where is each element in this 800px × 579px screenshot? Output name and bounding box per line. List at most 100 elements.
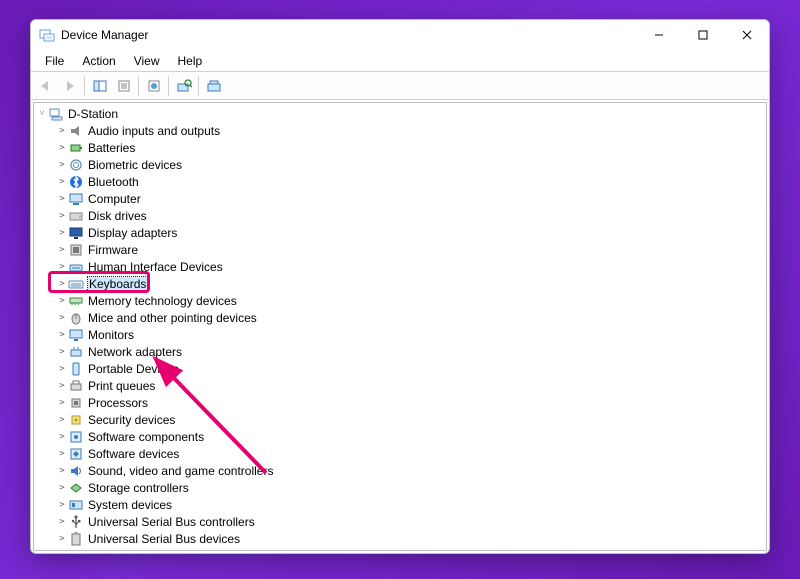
- tree-item-firmware[interactable]: > Firmware: [34, 241, 766, 258]
- expand-chevron-icon[interactable]: >: [56, 466, 68, 476]
- battery-icon: [68, 140, 84, 156]
- tree-item-universal-serial-bus-controllers[interactable]: > Universal Serial Bus controllers: [34, 513, 766, 530]
- tree-item-label: Firmware: [88, 243, 138, 257]
- tree-item-security-devices[interactable]: > Security devices: [34, 411, 766, 428]
- tree-item-computer[interactable]: >Computer: [34, 190, 766, 207]
- usbdev-icon: [68, 531, 84, 547]
- pc-root-icon: [48, 106, 64, 122]
- tree-item-memory-technology-devices[interactable]: > Memory technology devices: [34, 292, 766, 309]
- minimize-button[interactable]: [637, 20, 681, 50]
- toolbar-forward-button[interactable]: [58, 75, 81, 97]
- expand-chevron-icon[interactable]: >: [56, 330, 68, 340]
- menu-action[interactable]: Action: [73, 52, 124, 70]
- network-icon: [68, 344, 84, 360]
- tree-item-label: Security devices: [88, 413, 175, 427]
- menu-help[interactable]: Help: [169, 52, 212, 70]
- expand-chevron-icon[interactable]: >: [56, 211, 68, 221]
- expand-chevron-icon[interactable]: >: [56, 415, 68, 425]
- app-icon: [39, 27, 55, 43]
- tree-item-display-adapters[interactable]: >Display adapters: [34, 224, 766, 241]
- tree-item-label: Memory technology devices: [88, 294, 237, 308]
- disk-icon: [68, 208, 84, 224]
- toolbar-show-hide-button[interactable]: [88, 75, 111, 97]
- tree-item-sound-video-and-game-controllers[interactable]: >Sound, video and game controllers: [34, 462, 766, 479]
- device-tree[interactable]: ˅D-Station>Audio inputs and outputs>Batt…: [34, 103, 766, 550]
- expand-chevron-icon[interactable]: ˅: [36, 108, 48, 119]
- maximize-button[interactable]: [681, 20, 725, 50]
- tree-item-root[interactable]: ˅ D-Station: [34, 105, 766, 122]
- device-tree-pane: ˅D-Station>Audio inputs and outputs>Batt…: [33, 102, 767, 551]
- tree-item-human-interface-devices[interactable]: > Human Interface Devices: [34, 258, 766, 275]
- expand-chevron-icon[interactable]: >: [56, 449, 68, 459]
- tree-item-label: Audio inputs and outputs: [88, 124, 220, 138]
- toolbar-scan-button[interactable]: [172, 75, 195, 97]
- menubar: File Action View Help: [31, 50, 769, 72]
- tree-item-batteries[interactable]: > Batteries: [34, 139, 766, 156]
- tree-item-label: Human Interface Devices: [88, 260, 223, 274]
- expand-chevron-icon[interactable]: >: [56, 313, 68, 323]
- mouse-icon: [68, 310, 84, 326]
- expand-chevron-icon[interactable]: >: [56, 483, 68, 493]
- expand-chevron-icon[interactable]: >: [56, 296, 68, 306]
- tree-item-label: D-Station: [68, 107, 118, 121]
- tree-item-processors[interactable]: >Processors: [34, 394, 766, 411]
- expand-chevron-icon[interactable]: >: [56, 194, 68, 204]
- tree-item-label: Print queues: [88, 379, 155, 393]
- menu-file[interactable]: File: [36, 52, 73, 70]
- tree-item-audio-inputs-and-outputs[interactable]: > Audio inputs and outputs: [34, 122, 766, 139]
- expand-chevron-icon[interactable]: >: [56, 364, 68, 374]
- expand-chevron-icon[interactable]: >: [56, 398, 68, 408]
- tree-item-keyboards[interactable]: >Keyboards: [34, 275, 766, 292]
- expand-chevron-icon[interactable]: >: [56, 500, 68, 510]
- toolbar-add-hardware-button[interactable]: [202, 75, 225, 97]
- tree-item-disk-drives[interactable]: >Disk drives: [34, 207, 766, 224]
- expand-chevron-icon[interactable]: >: [56, 177, 68, 187]
- tree-item-system-devices[interactable]: >System devices: [34, 496, 766, 513]
- tree-item-storage-controllers[interactable]: >Storage controllers: [34, 479, 766, 496]
- hid-icon: [68, 259, 84, 275]
- menu-view[interactable]: View: [125, 52, 169, 70]
- toolbar-back-button[interactable]: [34, 75, 57, 97]
- audio-icon: [68, 123, 84, 139]
- expand-chevron-icon[interactable]: >: [56, 126, 68, 136]
- expand-chevron-icon[interactable]: >: [56, 143, 68, 153]
- display-icon: [68, 225, 84, 241]
- expand-chevron-icon[interactable]: >: [56, 347, 68, 357]
- tree-item-mice-and-other-pointing-devices[interactable]: >Mice and other pointing devices: [34, 309, 766, 326]
- device-manager-window: Device Manager File Action View Help: [30, 19, 770, 554]
- tree-item-portable-devices[interactable]: >Portable Devices: [34, 360, 766, 377]
- sound-icon: [68, 463, 84, 479]
- expand-chevron-icon[interactable]: >: [56, 381, 68, 391]
- expand-chevron-icon[interactable]: >: [56, 160, 68, 170]
- toolbar-properties-button[interactable]: [112, 75, 135, 97]
- expand-chevron-icon[interactable]: >: [56, 279, 68, 289]
- tree-item-bluetooth[interactable]: >Bluetooth: [34, 173, 766, 190]
- tree-item-network-adapters[interactable]: >Network adapters: [34, 343, 766, 360]
- window-title: Device Manager: [61, 28, 148, 42]
- tree-item-software-devices[interactable]: > Software devices: [34, 445, 766, 462]
- security-icon: [68, 412, 84, 428]
- tree-item-software-components[interactable]: > Software components: [34, 428, 766, 445]
- titlebar: Device Manager: [31, 20, 769, 50]
- usb-icon: [68, 514, 84, 530]
- tree-item-label: Software devices: [88, 447, 179, 461]
- expand-chevron-icon[interactable]: >: [56, 517, 68, 527]
- expand-chevron-icon[interactable]: >: [56, 534, 68, 544]
- toolbar: [31, 72, 769, 100]
- tree-item-universal-serial-bus-devices[interactable]: >Universal Serial Bus devices: [34, 530, 766, 547]
- tree-item-label: Software components: [88, 430, 204, 444]
- expand-chevron-icon[interactable]: >: [56, 228, 68, 238]
- tree-item-print-queues[interactable]: > Print queues: [34, 377, 766, 394]
- tree-item-label: Universal Serial Bus controllers: [88, 515, 255, 529]
- expand-chevron-icon[interactable]: >: [56, 262, 68, 272]
- storage-icon: [68, 480, 84, 496]
- close-button[interactable]: [725, 20, 769, 50]
- tree-item-label: Batteries: [88, 141, 135, 155]
- tree-item-monitors[interactable]: >Monitors: [34, 326, 766, 343]
- tree-item-biometric-devices[interactable]: >Biometric devices: [34, 156, 766, 173]
- expand-chevron-icon[interactable]: >: [56, 432, 68, 442]
- toolbar-help-button[interactable]: [142, 75, 165, 97]
- monitor-icon: [68, 327, 84, 343]
- expand-chevron-icon[interactable]: >: [56, 245, 68, 255]
- system-icon: [68, 497, 84, 513]
